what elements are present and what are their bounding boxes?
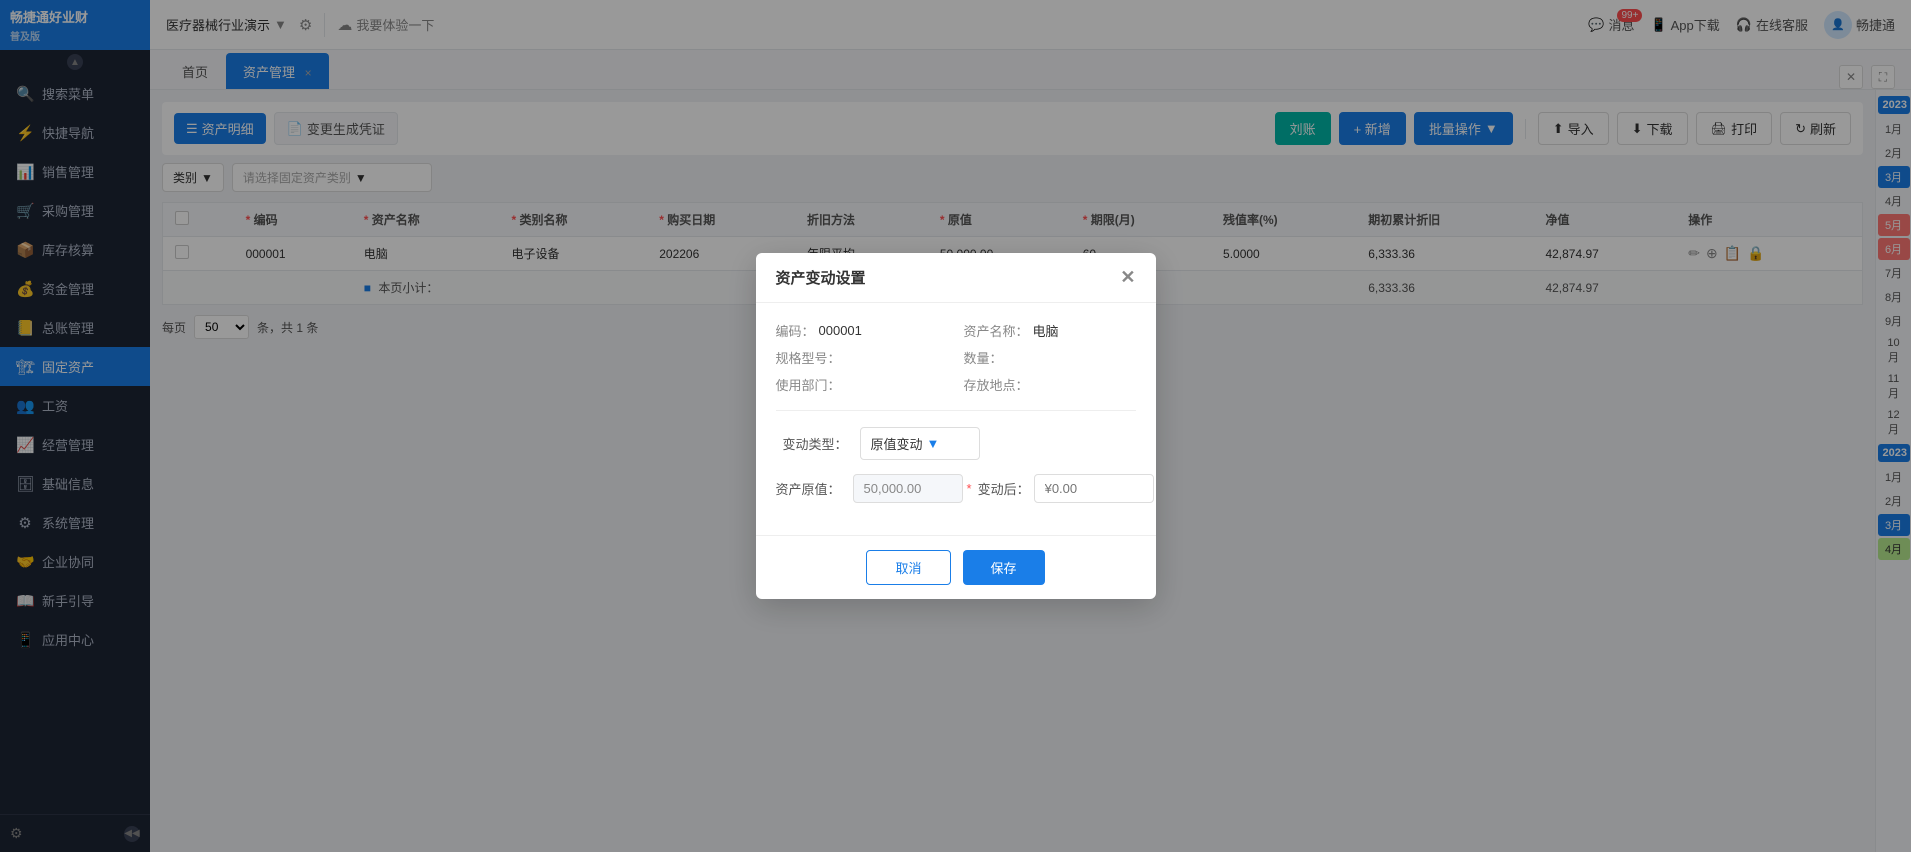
modal-location-item: 存放地点： — [964, 375, 1136, 394]
modal-change-type-row: 变动类型： 原值变动 ▼ — [776, 427, 1136, 460]
modal-dept-item: 使用部门： — [776, 375, 948, 394]
modal-asset-value-label: 资产原值： — [776, 479, 841, 498]
modal-location-label: 存放地点： — [964, 375, 1029, 394]
modal-asset-value-field: * 变动后： — [853, 474, 1154, 503]
modal-body: 编码： 000001 资产名称： 电脑 规格型号： 数量： 使用部门： — [756, 303, 1156, 535]
modal-code-item: 编码： 000001 — [776, 321, 948, 340]
modal-dept-label: 使用部门： — [776, 375, 841, 394]
modal-code-label: 编码： — [776, 321, 815, 340]
required-mark: * — [967, 481, 972, 496]
modal-close-btn[interactable]: ✕ — [1120, 267, 1135, 288]
modal-change-type-field: 原值变动 ▼ — [860, 427, 1136, 460]
modal-quantity-label: 数量： — [964, 348, 1003, 367]
after-value-input[interactable] — [1034, 474, 1154, 503]
asset-value-input[interactable] — [853, 474, 963, 503]
modal-change-type-label: 变动类型： — [776, 434, 848, 453]
modal-spec-item: 规格型号： — [776, 348, 948, 367]
modal-cancel-btn[interactable]: 取消 — [866, 550, 950, 585]
modal-quantity-item: 数量： — [964, 348, 1136, 367]
modal-name-value: 电脑 — [1033, 321, 1059, 340]
modal-title: 资产变动设置 — [776, 267, 866, 288]
modal-code-value: 000001 — [819, 323, 862, 338]
modal-overlay: 资产变动设置 ✕ 编码： 000001 资产名称： 电脑 规格型号： 数 — [0, 0, 1911, 852]
modal-spec-label: 规格型号： — [776, 348, 841, 367]
modal-name-item: 资产名称： 电脑 — [964, 321, 1136, 340]
modal-after-label: 变动后： — [978, 479, 1030, 498]
modal-footer: 取消 保存 — [756, 535, 1156, 599]
modal-header: 资产变动设置 ✕ — [756, 253, 1156, 303]
change-type-arrow-icon: ▼ — [927, 436, 940, 451]
modal-asset-value-row: 资产原值： * 变动后： — [776, 474, 1136, 503]
modal-info-grid: 编码： 000001 资产名称： 电脑 规格型号： 数量： 使用部门： — [776, 321, 1136, 411]
modal-name-label: 资产名称： — [964, 321, 1029, 340]
change-type-value: 原值变动 — [871, 434, 923, 453]
modal-save-btn[interactable]: 保存 — [963, 550, 1045, 585]
change-type-select[interactable]: 原值变动 ▼ — [860, 427, 980, 460]
asset-change-modal: 资产变动设置 ✕ 编码： 000001 资产名称： 电脑 规格型号： 数 — [756, 253, 1156, 599]
